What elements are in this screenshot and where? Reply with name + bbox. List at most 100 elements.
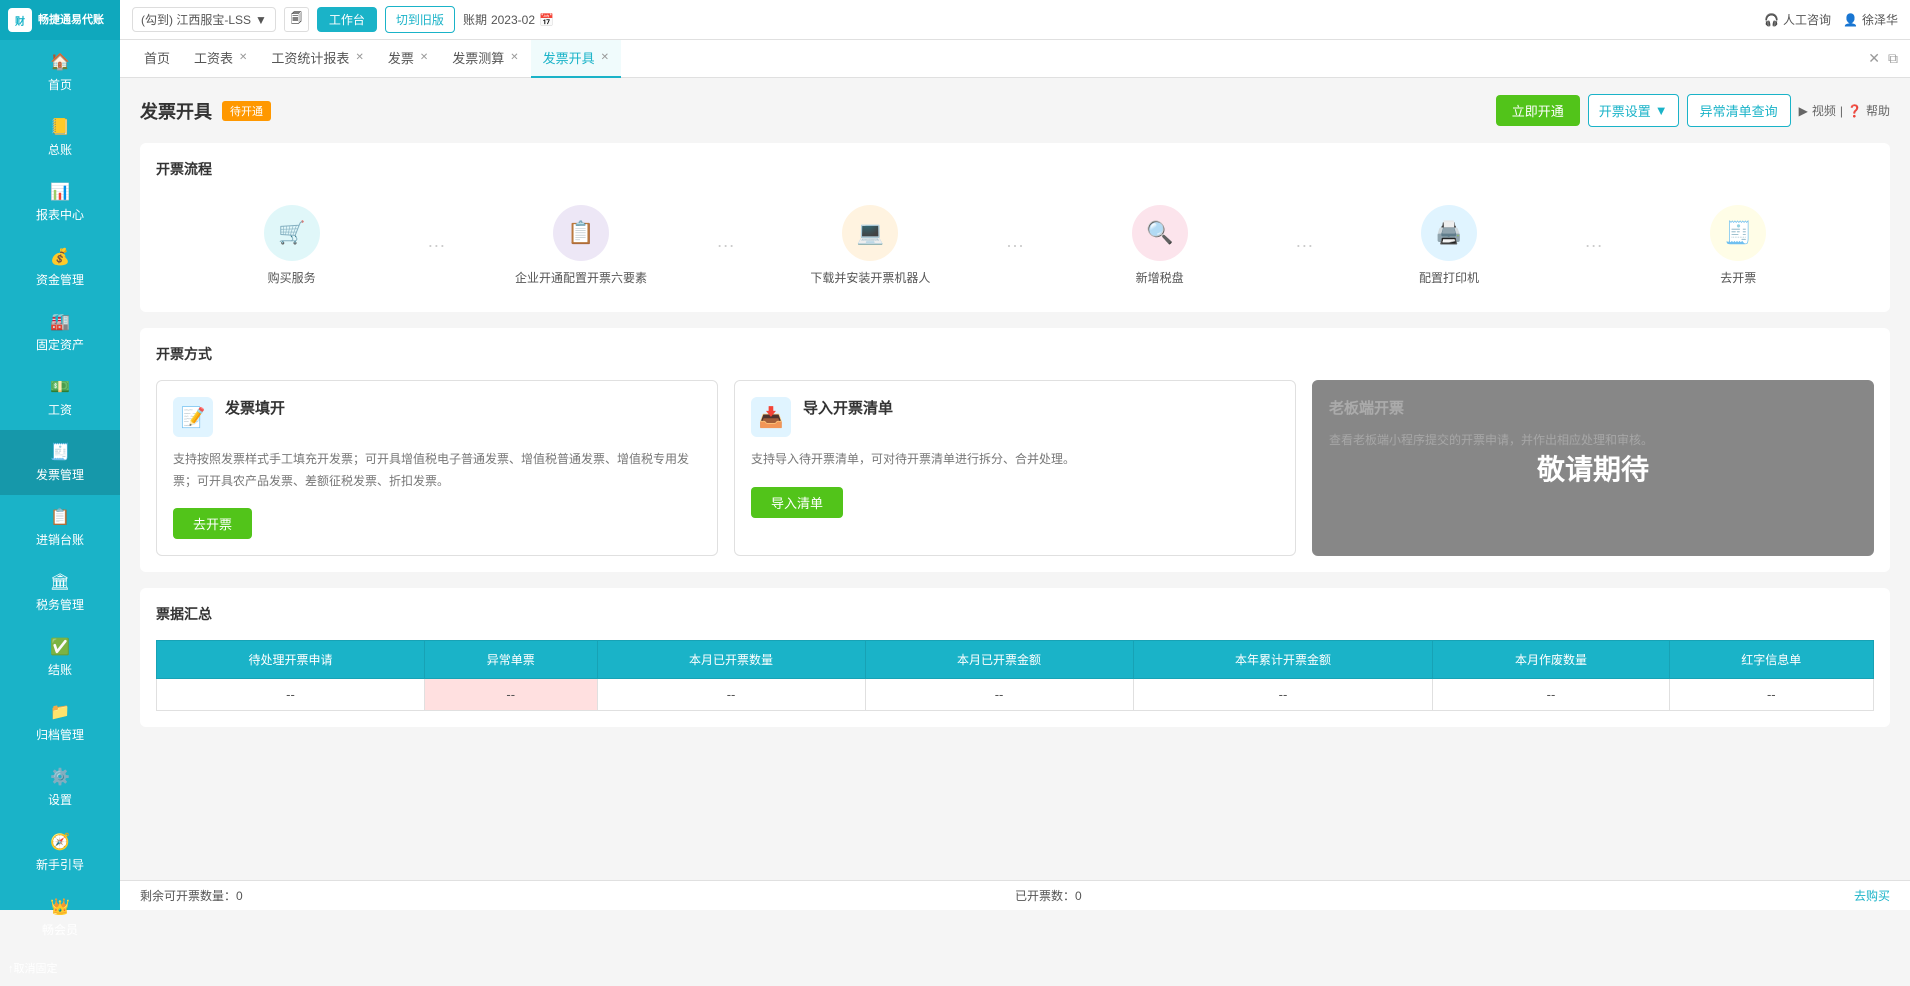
step4-icon: 🔍 xyxy=(1146,220,1173,246)
method1-title: 发票填开 xyxy=(225,397,285,426)
settings-dropdown-icon: ▼ xyxy=(1655,103,1668,118)
sidebar-item-checkout[interactable]: ✅ 结账 xyxy=(0,625,120,690)
tabs-right-actions: ✕ ⧉ xyxy=(1868,50,1898,67)
sidebar-item-tax[interactable]: 🏛 税务管理 xyxy=(0,560,120,625)
service-button[interactable]: 🎧 人工咨询 xyxy=(1764,11,1831,28)
sidebar-item-member[interactable]: 👑 畅会员 xyxy=(0,885,120,950)
page-title: 发票开具 xyxy=(140,98,212,124)
tab-calc-close[interactable]: ✕ xyxy=(510,52,518,63)
tab-kaiju-label: 发票开具 xyxy=(543,48,595,67)
sidebar-item-guide[interactable]: 🧭 新手引导 xyxy=(0,820,120,885)
process-step-4[interactable]: 🔍 新增税盘 xyxy=(1024,205,1295,286)
step2-label: 企业开通配置开票六要素 xyxy=(515,269,647,286)
view-label[interactable]: 视频 xyxy=(1812,102,1836,119)
home-icon: 🏠 xyxy=(50,52,70,72)
period-label: 账期 2023-02 📅 xyxy=(463,11,554,28)
opened-label: 已开票数：0 xyxy=(1015,887,1082,904)
sidebar-item-payroll[interactable]: 💵 工资 xyxy=(0,365,120,430)
step2-icon: 📋 xyxy=(567,220,594,246)
process-step-3[interactable]: 💻 下载并安装开票机器人 xyxy=(735,205,1006,286)
table-row: -- -- -- -- -- -- -- xyxy=(157,679,1874,711)
col-pending: 待处理开票申请 xyxy=(157,641,425,679)
tab-calc[interactable]: 发票测算 ✕ xyxy=(440,40,530,78)
ledger-icon: 📒 xyxy=(50,117,70,137)
cell-abnormal[interactable]: -- xyxy=(425,679,598,711)
sidebar-item-reports[interactable]: 📊 报表中心 xyxy=(0,170,120,235)
sidebar-item-label: 税务管理 xyxy=(36,596,84,613)
tab-fapiao[interactable]: 发票 ✕ xyxy=(376,40,440,78)
sidebar-item-label: 进销台账 xyxy=(36,531,84,548)
buy-link[interactable]: 去购买 xyxy=(1854,887,1890,904)
sidebar-item-home[interactable]: 🏠 首页 xyxy=(0,40,120,105)
process-steps: 🛒 购买服务 ··· 📋 企业开通配置开票六要素 ··· 💻 下载并安装 xyxy=(156,195,1874,296)
cancel-fixed-button[interactable]: ↑取消固定 xyxy=(0,950,120,986)
page-title-row: 发票开具 待开通 xyxy=(140,98,271,124)
col-month-count: 本月已开票数量 xyxy=(597,641,865,679)
process-step-1[interactable]: 🛒 购买服务 xyxy=(156,205,427,286)
user-profile[interactable]: 👤 徐泽华 xyxy=(1843,11,1898,28)
sidebar-item-funds[interactable]: 💰 资金管理 xyxy=(0,235,120,300)
tab-payroll-report[interactable]: 工资统计报表 ✕ xyxy=(259,40,375,78)
company-dropdown-icon: ▼ xyxy=(255,13,267,27)
cell-pending[interactable]: -- xyxy=(157,679,425,711)
sidebar-item-label: 工资 xyxy=(48,401,72,418)
tab-restore-button[interactable]: ⧉ xyxy=(1888,50,1898,67)
method2-import-button[interactable]: 导入清单 xyxy=(751,487,843,518)
method2-icon: 📥 xyxy=(751,397,791,437)
calendar-icon[interactable]: 📅 xyxy=(539,13,554,27)
col-red-info: 红字信息单 xyxy=(1669,641,1873,679)
sidebar-item-label: 发票管理 xyxy=(36,466,84,483)
view-help-group: ▶ 视频 | ❓ 帮助 xyxy=(1799,102,1890,119)
copy-button[interactable]: 🗐 xyxy=(284,7,309,32)
col-abnormal: 异常单票 xyxy=(425,641,598,679)
tab-fapiao-close[interactable]: ✕ xyxy=(420,52,428,63)
workbench-button[interactable]: 工作台 xyxy=(317,7,377,32)
company-select[interactable]: (勾到) 江西服宝-LSS ▼ xyxy=(132,7,276,32)
settings-button[interactable]: 开票设置 ▼ xyxy=(1588,94,1679,127)
tab-fapiao-label: 发票 xyxy=(388,48,414,67)
invoice-icon: 🧾 xyxy=(50,442,70,462)
process-step-5[interactable]: 🖨️ 配置打印机 xyxy=(1313,205,1584,286)
topbar: (勾到) 江西服宝-LSS ▼ 🗐 工作台 切到旧版 账期 2023-02 📅 … xyxy=(120,0,1910,40)
switch-old-button[interactable]: 切到旧版 xyxy=(385,6,455,33)
tab-home[interactable]: 首页 xyxy=(132,40,182,78)
process-step-2[interactable]: 📋 企业开通配置开票六要素 xyxy=(445,205,716,286)
user-avatar-icon: 👤 xyxy=(1843,13,1858,27)
process-step-6[interactable]: 🧾 去开票 xyxy=(1603,205,1874,286)
step6-icon: 🧾 xyxy=(1725,220,1752,246)
sidebar-item-label: 新手引导 xyxy=(36,856,84,873)
sidebar-item-ledger[interactable]: 📒 总账 xyxy=(0,105,120,170)
sidebar-item-purchase[interactable]: 📋 进销台账 xyxy=(0,495,120,560)
sidebar-item-archive[interactable]: 📁 归档管理 xyxy=(0,690,120,755)
main-area: (勾到) 江西服宝-LSS ▼ 🗐 工作台 切到旧版 账期 2023-02 📅 … xyxy=(120,0,1910,910)
methods-title: 开票方式 xyxy=(156,344,1874,364)
immediate-open-button[interactable]: 立即开通 xyxy=(1496,95,1580,126)
method1-go-button[interactable]: 去开票 xyxy=(173,508,252,539)
tab-payroll-close[interactable]: ✕ xyxy=(239,52,247,63)
payroll-icon: 💵 xyxy=(50,377,70,397)
method2-title-text: 导入开票清单 xyxy=(803,397,893,418)
sidebar-item-assets[interactable]: 🏭 固定资产 xyxy=(0,300,120,365)
method-card-1: 📝 发票填开 支持按照发票样式手工填充开发票；可开具增值税电子普通发票、增值税普… xyxy=(156,380,718,556)
sidebar-item-invoice[interactable]: 🧾 发票管理 xyxy=(0,430,120,495)
tab-payroll[interactable]: 工资表 ✕ xyxy=(182,40,259,78)
period-value: 2023-02 xyxy=(491,13,535,27)
page-header: 发票开具 待开通 立即开通 开票设置 ▼ 异常清单查询 ▶ 视频 | ❓ 帮助 xyxy=(140,94,1890,127)
process-section: 开票流程 🛒 购买服务 ··· 📋 企业开通配置开票六要素 ··· xyxy=(140,143,1890,312)
method1-title-text: 发票填开 xyxy=(225,397,285,418)
tab-kaiju-close[interactable]: ✕ xyxy=(601,52,609,63)
tab-close-all-button[interactable]: ✕ xyxy=(1868,50,1880,67)
sidebar-item-settings[interactable]: ⚙️ 设置 xyxy=(0,755,120,820)
funds-icon: 💰 xyxy=(50,247,70,267)
tab-payroll-report-close[interactable]: ✕ xyxy=(355,52,363,63)
tax-icon: 🏛 xyxy=(50,572,70,592)
help-label[interactable]: 帮助 xyxy=(1866,102,1890,119)
arrow2: ··· xyxy=(717,235,735,256)
query-button[interactable]: 异常清单查询 xyxy=(1687,94,1791,127)
guide-icon: 🧭 xyxy=(50,832,70,852)
checkout-icon: ✅ xyxy=(50,637,70,657)
service-label: 人工咨询 xyxy=(1783,11,1831,28)
settings-label: 开票设置 xyxy=(1599,101,1651,120)
method1-desc: 支持按照发票样式手工填充开发票；可开具增值税电子普通发票、增值税普通发票、增值税… xyxy=(173,449,701,492)
tab-kaiju[interactable]: 发票开具 ✕ xyxy=(531,40,621,78)
